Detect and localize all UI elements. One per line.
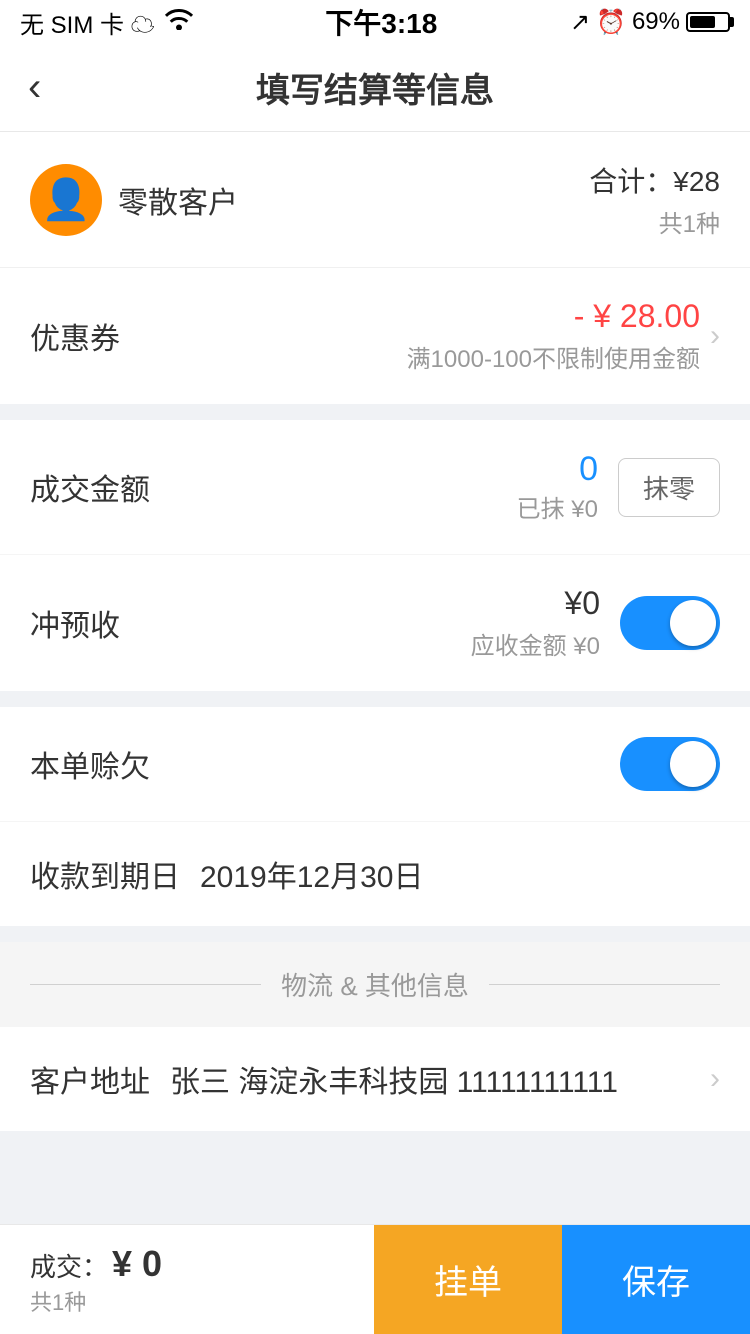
- status-bar: 无 SIM 卡 ☁ 下午3:18 ↗ ⏰ 69%: [0, 0, 750, 44]
- nav-bar: ‹ 填写结算等信息: [0, 44, 750, 132]
- prepay-toggle[interactable]: [620, 596, 720, 650]
- logistics-divider: 物流 & 其他信息: [0, 942, 750, 1027]
- address-value: 张三 海淀永丰科技园 11111111111: [170, 1057, 710, 1101]
- divider-line-left: [30, 984, 261, 985]
- coupon-row[interactable]: 优惠券 - ¥ 28.00 满1000-100不限制使用金额 ›: [0, 267, 750, 404]
- bottom-summary: 成交： ¥ 0 共1种: [0, 1243, 374, 1317]
- chevron-right-icon: ›: [710, 319, 720, 353]
- content-area: 👤 零散客户 合计：¥28 共1种 优惠券 - ¥ 28.00 满1000-10…: [0, 132, 750, 1267]
- pending-button[interactable]: 挂单: [374, 1225, 562, 1334]
- coupon-info: - ¥ 28.00 满1000-100不限制使用金额: [407, 298, 700, 374]
- address-section: 客户地址 张三 海淀永丰科技园 11111111111 ›: [0, 1027, 750, 1131]
- deal-amount-right: 已抹 ¥0 抹零: [517, 450, 720, 524]
- status-right: ↗ ⏰ 69%: [570, 8, 730, 37]
- divider-line-right: [489, 984, 720, 985]
- coupon-right: - ¥ 28.00 满1000-100不限制使用金额 ›: [407, 298, 720, 374]
- bottom-deal-amount: ¥ 0: [112, 1243, 162, 1285]
- save-button[interactable]: 保存: [562, 1225, 750, 1334]
- location-icon: ↗: [570, 8, 590, 37]
- due-date-label: 收款到期日: [30, 852, 180, 896]
- debt-section: 本单赊欠 收款到期日 2019年12月30日: [0, 707, 750, 926]
- total-label: 合计：¥28: [589, 160, 720, 200]
- item-count: 共1种: [589, 204, 720, 239]
- due-date-value: 2019年12月30日: [200, 852, 423, 896]
- debt-label: 本单赊欠: [30, 742, 150, 786]
- customer-left: 👤 零散客户: [30, 164, 238, 236]
- round-off-button[interactable]: 抹零: [618, 458, 720, 517]
- address-chevron-icon: ›: [710, 1062, 720, 1096]
- customer-name: 零散客户: [118, 178, 238, 222]
- battery-percent: 69%: [632, 8, 680, 36]
- sim-label: 无 SIM 卡 ☁: [20, 5, 155, 40]
- prepay-label: 冲预收: [30, 601, 120, 645]
- coupon-amount: - ¥ 28.00: [407, 298, 700, 335]
- prepay-right: ¥0 应收金额 ¥0: [471, 585, 720, 661]
- due-date-row[interactable]: 收款到期日 2019年12月30日: [0, 821, 750, 926]
- coupon-label: 优惠券: [30, 314, 120, 358]
- prepay-sub: 应收金额 ¥0: [471, 626, 600, 661]
- debt-toggle[interactable]: [620, 737, 720, 791]
- battery-icon: [686, 12, 730, 32]
- customer-avatar: 👤: [30, 164, 102, 236]
- deal-section: 成交金额 已抹 ¥0 抹零 冲预收 ¥0 应收金额 ¥0: [0, 420, 750, 691]
- coupon-desc: 满1000-100不限制使用金额: [407, 339, 700, 374]
- debt-toggle-knob: [670, 741, 716, 787]
- divider-row: 物流 & 其他信息: [0, 942, 750, 1027]
- prepay-amount: ¥0: [471, 585, 600, 622]
- alarm-icon: ⏰: [596, 8, 626, 37]
- customer-section: 👤 零散客户 合计：¥28 共1种 优惠券 - ¥ 28.00 满1000-10…: [0, 132, 750, 404]
- wifi-icon: [165, 8, 193, 36]
- deal-amount-input[interactable]: [518, 450, 598, 489]
- back-button[interactable]: ‹: [28, 65, 41, 110]
- status-left: 无 SIM 卡 ☁: [20, 5, 193, 40]
- bottom-deal-label: 成交：: [30, 1247, 108, 1284]
- toggle-knob: [670, 600, 716, 646]
- address-row[interactable]: 客户地址 张三 海淀永丰科技园 11111111111 ›: [0, 1027, 750, 1131]
- page-title: 填写结算等信息: [256, 63, 494, 112]
- debt-row: 本单赊欠: [0, 707, 750, 821]
- person-icon: 👤: [41, 180, 91, 220]
- bottom-bar: 成交： ¥ 0 共1种 挂单 保存: [0, 1224, 750, 1334]
- deal-amount-sub: 已抹 ¥0: [517, 489, 598, 524]
- prepay-row: 冲预收 ¥0 应收金额 ¥0: [0, 555, 750, 691]
- deal-amount-row: 成交金额 已抹 ¥0 抹零: [0, 420, 750, 555]
- address-label: 客户地址: [30, 1057, 150, 1101]
- customer-row[interactable]: 👤 零散客户 合计：¥28 共1种: [0, 132, 750, 267]
- deal-amount-label: 成交金额: [30, 465, 150, 509]
- bottom-item-count: 共1种: [30, 1285, 344, 1317]
- customer-total: 合计：¥28 共1种: [589, 160, 720, 239]
- prepay-info: ¥0 应收金额 ¥0: [471, 585, 600, 661]
- status-time: 下午3:18: [325, 2, 437, 42]
- logistics-label: 物流 & 其他信息: [281, 966, 469, 1003]
